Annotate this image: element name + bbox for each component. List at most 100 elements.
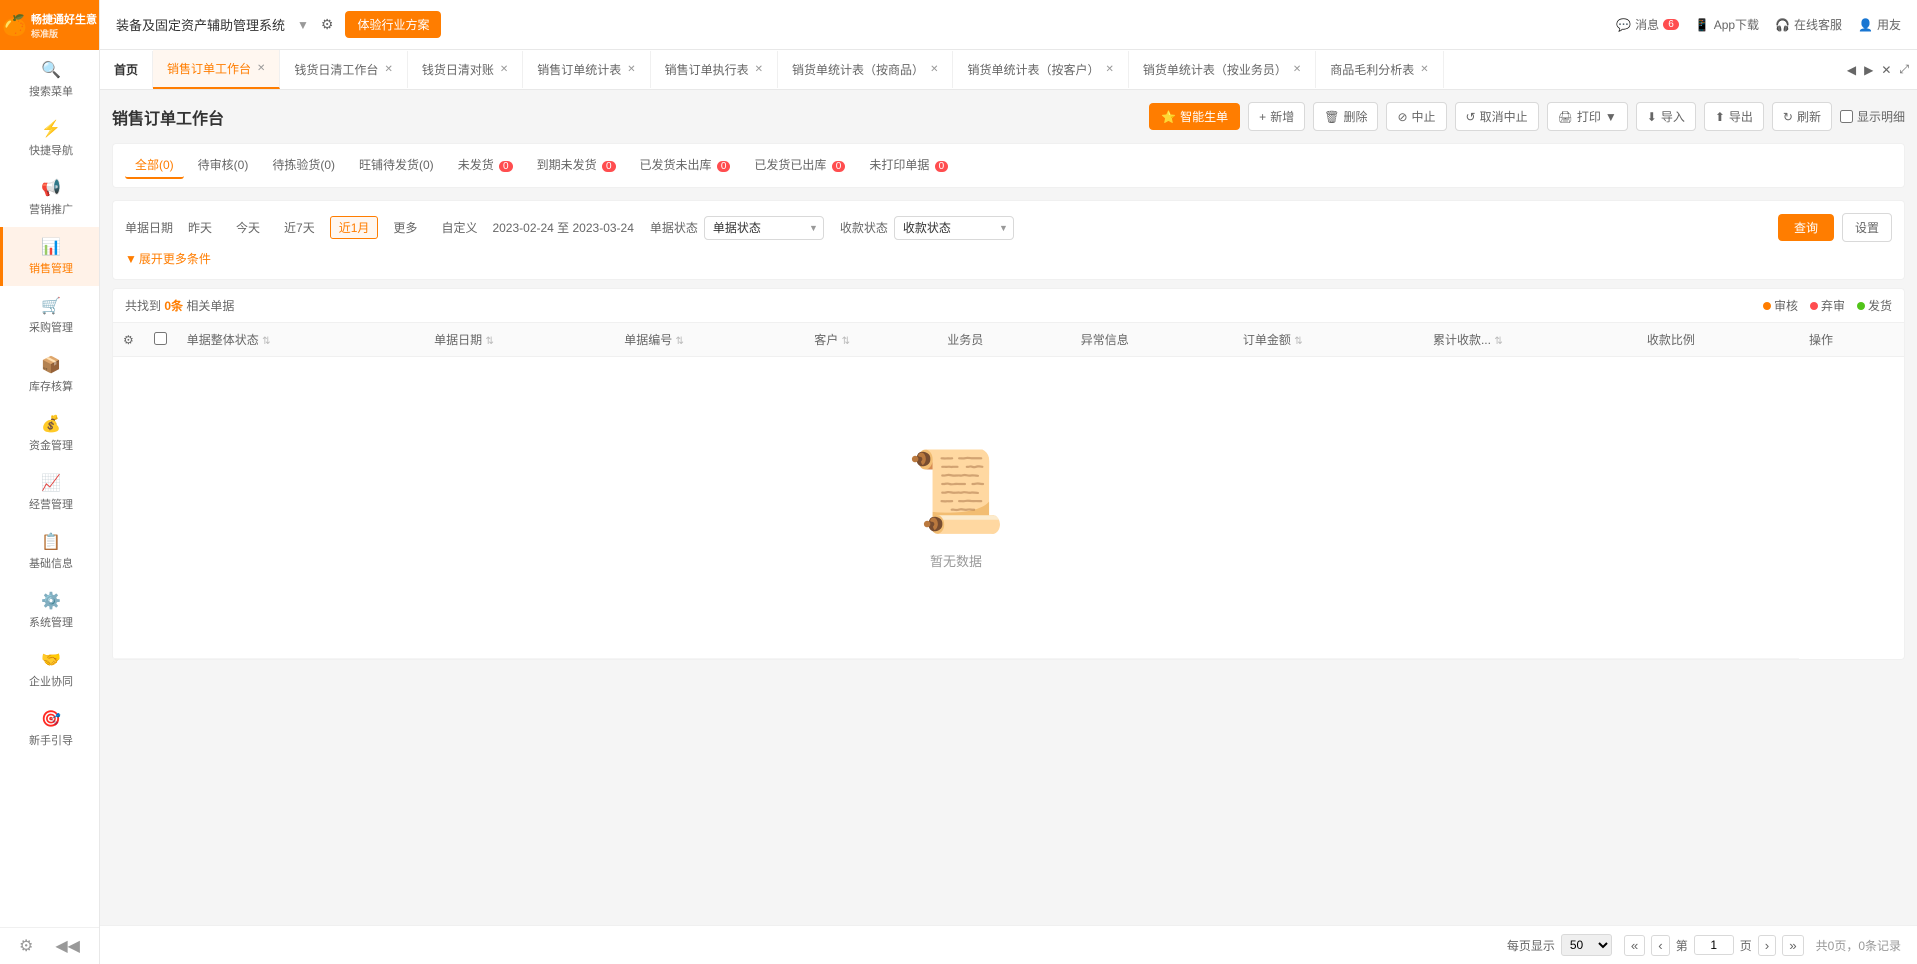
export-btn-label: 导出 xyxy=(1729,108,1753,125)
filter-tab-not-printed[interactable]: 未打印单据 0 xyxy=(859,152,958,179)
date-btn-yesterday[interactable]: 昨天 xyxy=(179,216,221,239)
add-btn[interactable]: + 新增 xyxy=(1248,102,1305,131)
import-icon: ⬇ xyxy=(1647,110,1657,124)
tab-expand-btn[interactable]: ⤢ xyxy=(1895,58,1913,81)
online-service-item[interactable]: 🎧 在线客服 xyxy=(1775,16,1842,33)
filter-tab-wangpu[interactable]: 旺铺待发货(0) xyxy=(349,152,444,179)
tab-scroll-left-btn[interactable]: ◀ xyxy=(1843,59,1860,81)
sidebar-item-sales[interactable]: 📊 销售管理 xyxy=(0,227,99,286)
smart-btn[interactable]: ⭐ 智能生单 xyxy=(1149,103,1240,130)
tab-cash-daily-close[interactable]: ✕ xyxy=(384,64,392,75)
user-item[interactable]: 👤 用友 xyxy=(1858,16,1901,33)
filter-tab-not-shipped[interactable]: 未发货 0 xyxy=(448,152,523,179)
filter-tab-pending-review[interactable]: 待审核(0) xyxy=(188,152,259,179)
th-ratio: 收款比例 xyxy=(1637,323,1799,357)
first-page-btn[interactable]: « xyxy=(1624,935,1645,956)
app-download-label: App下载 xyxy=(1714,16,1759,33)
import-btn[interactable]: ⬇ 导入 xyxy=(1636,102,1696,131)
status-select[interactable]: 单据状态 xyxy=(704,216,824,240)
message-item[interactable]: 💬 消息 6 xyxy=(1616,16,1679,33)
expand-more-btn[interactable]: ▼ 展开更多条件 xyxy=(125,250,1892,267)
filter-tab-shipped-not-out[interactable]: 已发货未出库 0 xyxy=(630,152,741,179)
date-btn-today[interactable]: 今天 xyxy=(227,216,269,239)
dropdown-arrow-icon[interactable]: ▼ xyxy=(297,18,309,32)
export-btn[interactable]: ⬆ 导出 xyxy=(1704,102,1764,131)
sidebar-item-basic-info[interactable]: 📋 基础信息 xyxy=(0,522,99,581)
tab-sales-exec-close[interactable]: ✕ xyxy=(755,64,763,75)
payment-select[interactable]: 收款状态 xyxy=(894,216,1014,240)
experience-btn[interactable]: 体验行业方案 xyxy=(345,11,441,38)
tab-sales-stat[interactable]: 销售订单统计表 ✕ xyxy=(523,51,650,88)
cancel-stop-btn[interactable]: ↺ 取消中止 xyxy=(1455,102,1539,131)
tab-gross-analysis[interactable]: 商品毛利分析表 ✕ xyxy=(1316,51,1443,88)
col-settings-icon[interactable]: ⚙ xyxy=(123,333,134,347)
tab-sales-summary-customer-close[interactable]: ✕ xyxy=(1105,64,1113,75)
th-customer[interactable]: 客户 xyxy=(804,323,937,357)
tab-sales-summary-staff-close[interactable]: ✕ xyxy=(1293,64,1301,75)
th-number[interactable]: 单据编号 xyxy=(614,323,804,357)
sidebar-item-marketing[interactable]: 📢 营销推广 xyxy=(0,168,99,227)
show-detail-checkbox[interactable] xyxy=(1840,110,1853,123)
marketing-icon: 📢 xyxy=(41,178,61,198)
tab-home[interactable]: 首页 xyxy=(100,51,153,88)
tab-sales-exec[interactable]: 销售订单执行表 ✕ xyxy=(651,51,778,88)
sidebar-item-operations[interactable]: 📈 经营管理 xyxy=(0,463,99,522)
date-btn-more[interactable]: 更多 xyxy=(384,216,426,239)
date-btn-custom[interactable]: 自定义 xyxy=(432,216,486,239)
filter-tab-shipped-out[interactable]: 已发货已出库 0 xyxy=(744,152,855,179)
sidebar-item-guide[interactable]: 🎯 新手引导 xyxy=(0,699,99,758)
prev-page-btn[interactable]: ‹ xyxy=(1651,935,1669,956)
sidebar-item-enterprise[interactable]: 🤝 企业协同 xyxy=(0,640,99,699)
app-download-item[interactable]: 📱 App下载 xyxy=(1695,16,1759,33)
date-btn-1month[interactable]: 近1月 xyxy=(330,216,379,239)
tab-sales-order-close[interactable]: ✕ xyxy=(257,63,265,74)
sidebar-item-quick-nav[interactable]: ⚡ 快捷导航 xyxy=(0,109,99,168)
tab-sales-order[interactable]: 销售订单工作台 ✕ xyxy=(153,50,280,89)
filter-tab-pending-inspect[interactable]: 待拣验货(0) xyxy=(262,152,345,179)
tab-close-all-btn[interactable]: ✕ xyxy=(1877,59,1895,81)
quick-action-review[interactable]: 审核 xyxy=(1763,297,1798,314)
print-btn[interactable]: 🖨 打印 ▼ xyxy=(1547,102,1628,131)
sidebar-item-purchase[interactable]: 🛒 采购管理 xyxy=(0,286,99,345)
delete-btn[interactable]: 🗑 删除 xyxy=(1313,102,1378,131)
not-shipped-badge: 0 xyxy=(499,161,513,172)
tab-cash-daily[interactable]: 钱货日清工作台 ✕ xyxy=(280,51,407,88)
th-received[interactable]: 累计收款... xyxy=(1423,323,1637,357)
select-all-checkbox[interactable] xyxy=(154,332,167,345)
tab-cash-reconcile-close[interactable]: ✕ xyxy=(500,64,508,75)
page-input[interactable] xyxy=(1694,935,1734,955)
sidebar-item-finance[interactable]: 💰 资金管理 xyxy=(0,404,99,463)
inventory-icon: 📦 xyxy=(41,355,61,375)
quick-action-ship[interactable]: 发货 xyxy=(1857,297,1892,314)
th-date[interactable]: 单据日期 xyxy=(424,323,614,357)
page-size-dropdown[interactable]: 10 20 50 100 xyxy=(1561,934,1612,956)
date-btn-7days[interactable]: 近7天 xyxy=(275,216,324,239)
stop-btn[interactable]: ⊘ 中止 xyxy=(1386,102,1446,131)
tab-sales-summary-customer[interactable]: 销货单统计表（按客户） ✕ xyxy=(953,51,1128,88)
show-detail-label[interactable]: 显示明细 xyxy=(1840,108,1905,125)
tab-cash-reconcile[interactable]: 钱货日清对账 ✕ xyxy=(408,51,523,88)
sidebar-item-system[interactable]: ⚙️ 系统管理 xyxy=(0,581,99,640)
tab-sales-summary-product-close[interactable]: ✕ xyxy=(930,64,938,75)
sidebar-item-search[interactable]: 🔍 搜索菜单 xyxy=(0,50,99,109)
th-status[interactable]: 单据整体状态 xyxy=(177,323,424,357)
filter-tab-all[interactable]: 全部(0) xyxy=(125,152,184,179)
settings-bottom-icon[interactable]: ⚙ xyxy=(19,936,33,956)
settings-header-icon[interactable]: ⚙ xyxy=(321,16,334,33)
sidebar-item-purchase-label: 采购管理 xyxy=(29,319,73,335)
tab-scroll-right-btn[interactable]: ▶ xyxy=(1860,59,1877,81)
filter-tab-expired[interactable]: 到期未发货 0 xyxy=(527,152,626,179)
next-page-btn[interactable]: › xyxy=(1758,935,1776,956)
tab-gross-analysis-close[interactable]: ✕ xyxy=(1420,64,1428,75)
th-amount[interactable]: 订单金额 xyxy=(1233,323,1423,357)
tab-sales-summary-product[interactable]: 销货单统计表（按商品） ✕ xyxy=(778,51,953,88)
tab-sales-stat-close[interactable]: ✕ xyxy=(627,64,635,75)
last-page-btn[interactable]: » xyxy=(1782,935,1803,956)
refresh-btn[interactable]: ↻ 刷新 xyxy=(1772,102,1832,131)
collapse-icon[interactable]: ◀◀ xyxy=(55,936,80,956)
setting-btn[interactable]: 设置 xyxy=(1842,213,1892,242)
quick-action-cancel-review[interactable]: 弃审 xyxy=(1810,297,1845,314)
tab-sales-summary-staff[interactable]: 销货单统计表（按业务员） ✕ xyxy=(1129,51,1316,88)
query-btn[interactable]: 查询 xyxy=(1778,214,1834,241)
sidebar-item-inventory[interactable]: 📦 库存核算 xyxy=(0,345,99,404)
